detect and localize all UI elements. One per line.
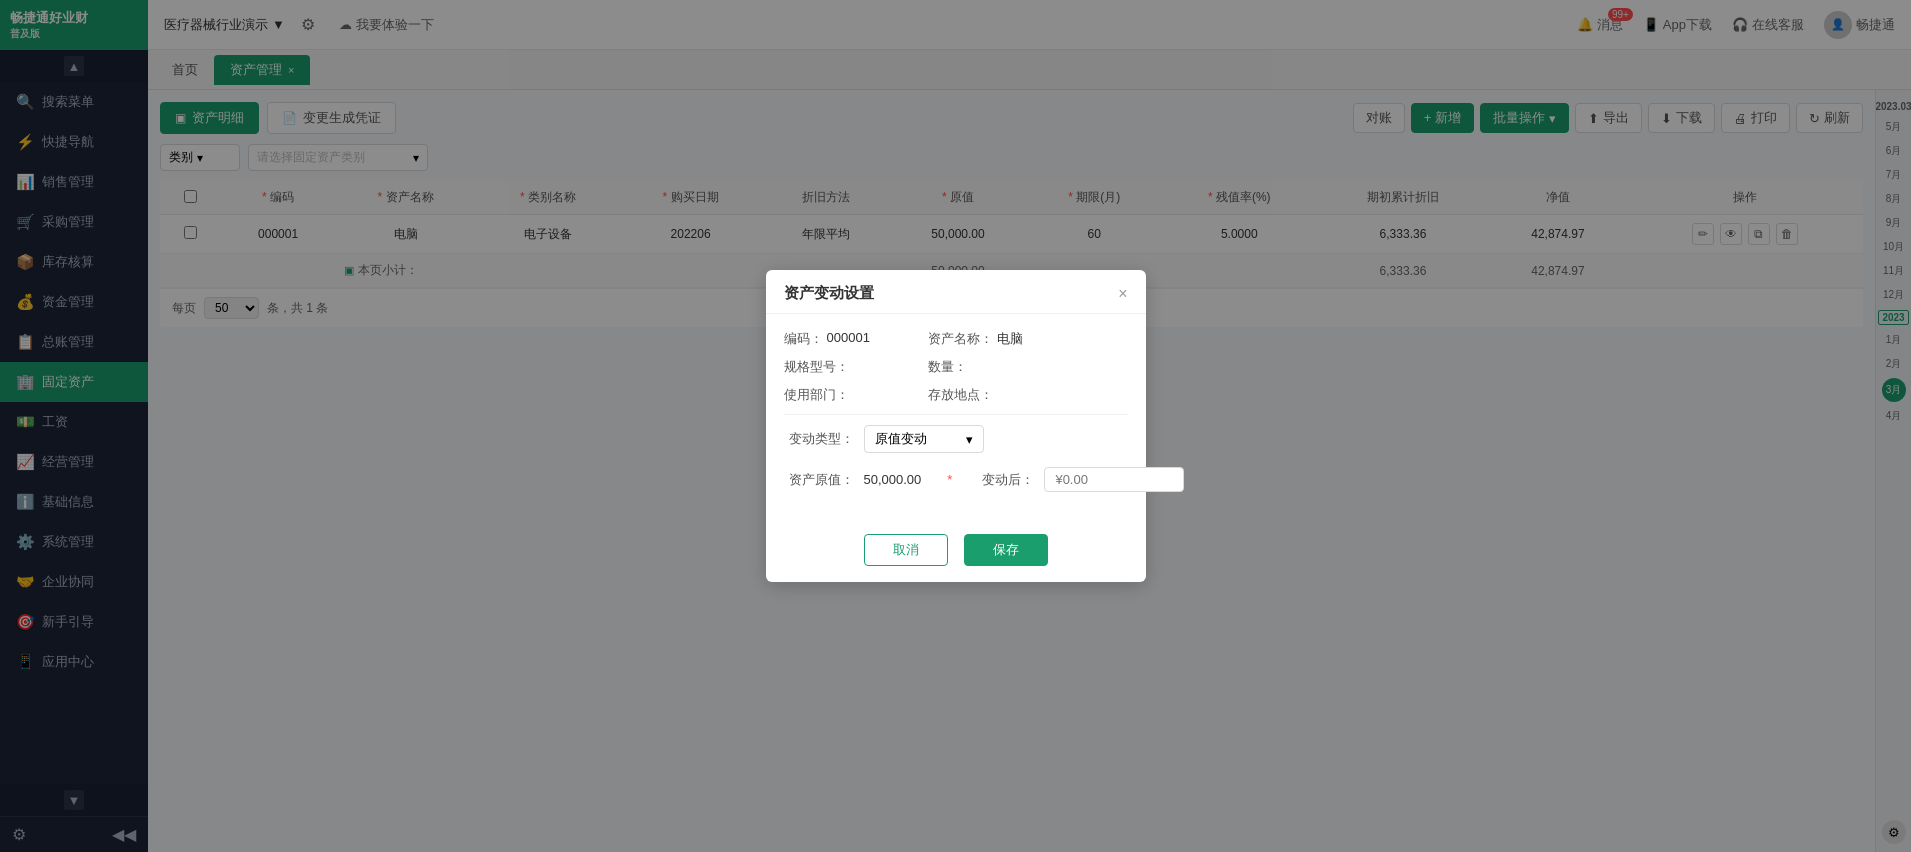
save-button[interactable]: 保存 (964, 534, 1048, 566)
dialog-close-btn[interactable]: × (1118, 285, 1127, 303)
modal-overlay[interactable]: 资产变动设置 × 编码： 000001 资产名称： 电脑 规格型号： (0, 0, 1911, 852)
required-star: * (947, 472, 952, 487)
info-row-3: 使用部门： 存放地点： (784, 386, 1128, 404)
field-dept: 使用部门： (784, 386, 904, 404)
field-asset-name: 资产名称： 电脑 (928, 330, 1048, 348)
dialog-body: 编码： 000001 资产名称： 电脑 规格型号： 数量： (766, 314, 1146, 522)
info-row-1: 编码： 000001 资产名称： 电脑 (784, 330, 1128, 348)
original-value-row: 资产原值： 50,000.00 * 变动后： (784, 467, 1128, 492)
field-spec: 规格型号： (784, 358, 904, 376)
change-type-label: 变动类型： (784, 430, 854, 448)
cancel-button[interactable]: 取消 (864, 534, 948, 566)
dialog-footer: 取消 保存 (766, 522, 1146, 582)
dialog-divider (784, 414, 1128, 415)
chevron-down-icon: ▾ (966, 432, 973, 447)
asset-change-dialog: 资产变动设置 × 编码： 000001 资产名称： 电脑 规格型号： (766, 270, 1146, 582)
field-code: 编码： 000001 (784, 330, 904, 348)
info-row-2: 规格型号： 数量： (784, 358, 1128, 376)
dialog-title: 资产变动设置 (784, 284, 874, 303)
original-value-display: 50,000.00 (864, 472, 922, 487)
original-value-label: 资产原值： (784, 471, 854, 489)
field-location: 存放地点： (928, 386, 1048, 404)
change-type-select[interactable]: 原值变动 ▾ (864, 425, 984, 453)
field-quantity: 数量： (928, 358, 1048, 376)
change-type-row: 变动类型： 原值变动 ▾ (784, 425, 1128, 453)
after-value-input[interactable] (1044, 467, 1184, 492)
after-label: 变动后： (964, 471, 1034, 489)
dialog-header: 资产变动设置 × (766, 270, 1146, 314)
